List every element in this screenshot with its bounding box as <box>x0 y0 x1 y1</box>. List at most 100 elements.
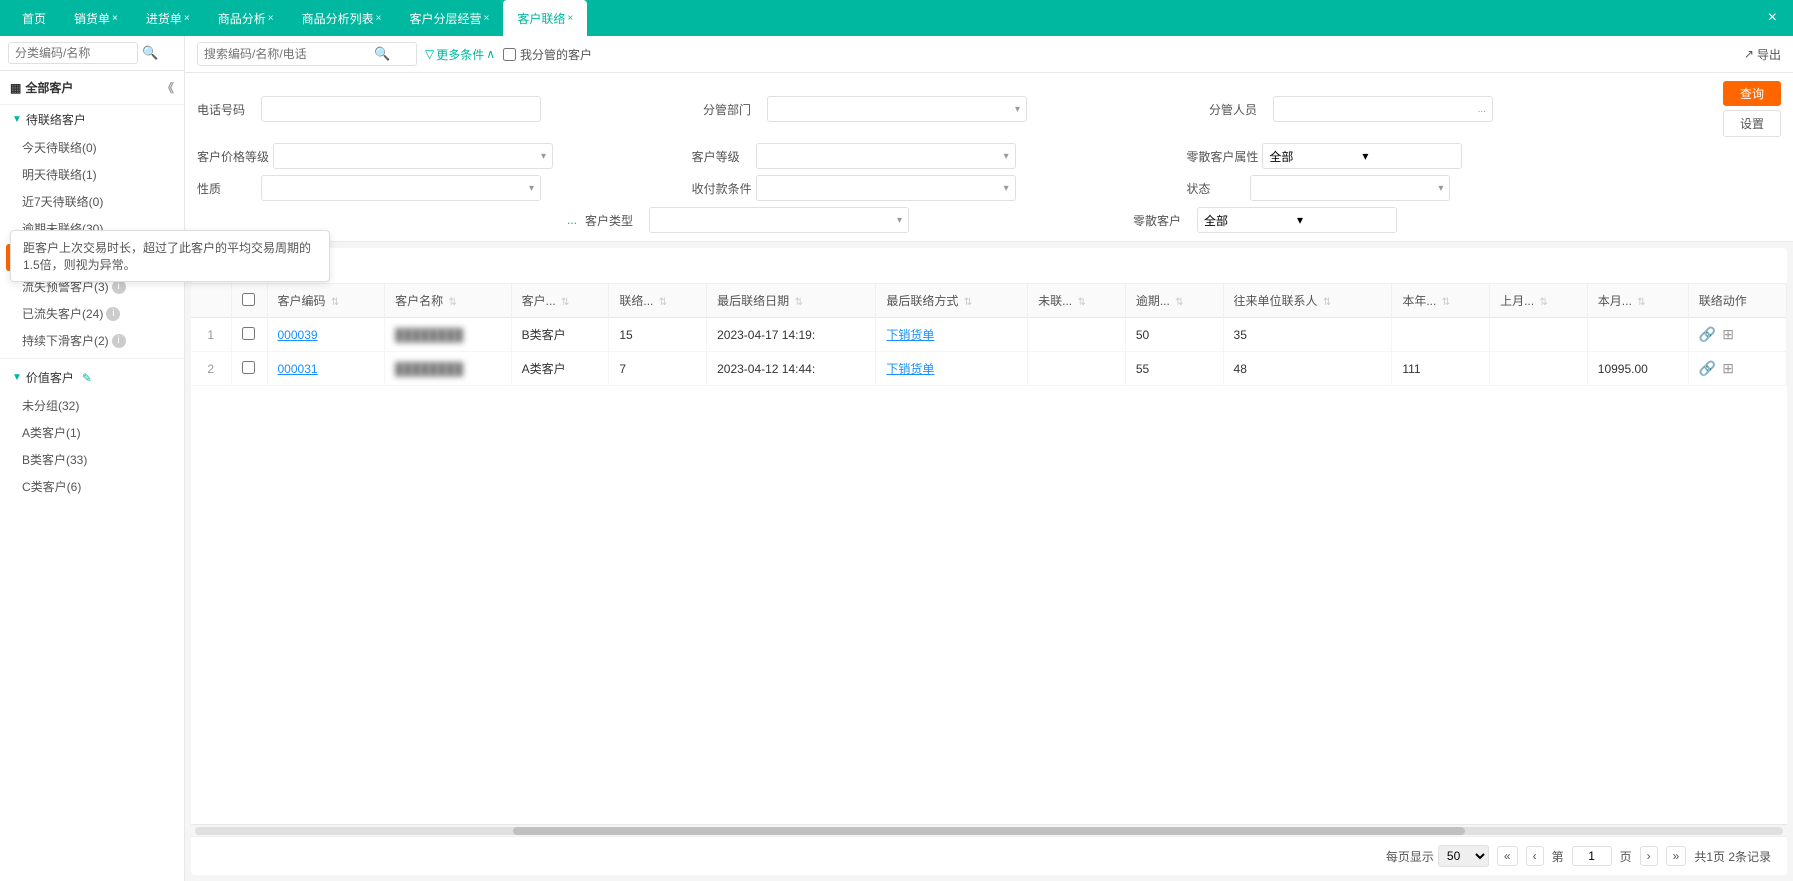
settings-btn[interactable]: 设置 <box>1723 110 1781 137</box>
customer-type-select[interactable]: ▾ <box>649 207 909 233</box>
th-last-contact-date[interactable]: 最后联络日期 ⇅ <box>707 284 876 318</box>
price-grade-select[interactable]: ▾ <box>273 143 553 169</box>
select-all-checkbox[interactable] <box>242 293 255 306</box>
row-last-date-1: 2023-04-17 14:19: <box>707 318 876 352</box>
th-customer-type[interactable]: 客户... ⇅ <box>511 284 609 318</box>
nature-select[interactable]: ▾ <box>261 175 541 201</box>
sidebar-item-tomorrow-pending[interactable]: 明天待联络(1) <box>0 161 184 188</box>
info-icon-churned[interactable]: i <box>106 307 120 321</box>
sidebar: 🔍 ▦ 全部客户 《 ▼ 待联络客户 今天待联络(0) 明天待联络(1) 近7天… <box>0 36 185 881</box>
last-method-link-1[interactable]: 下销货单 <box>886 328 934 342</box>
horizontal-scrollbar[interactable] <box>191 824 1787 836</box>
export-btn[interactable]: ↗ 导出 <box>1744 46 1781 63</box>
nav-customer-contact-close[interactable]: × <box>567 13 573 24</box>
nav-product-analysis-list[interactable]: 商品分析列表 × <box>288 0 396 36</box>
per-page-select[interactable]: 10 20 50 100 <box>1438 845 1489 867</box>
th-last-month[interactable]: 上月... ⇅ <box>1490 284 1588 318</box>
window-close-btn[interactable]: × <box>1760 9 1785 27</box>
customer-type-label: 客户类型 <box>585 212 645 229</box>
last-method-link-2[interactable]: 下销货单 <box>886 362 934 376</box>
row-last-date-2: 2023-04-12 14:44: <box>707 352 876 386</box>
nav-customer-contact[interactable]: 客户联络 × <box>503 0 587 36</box>
last-page-btn[interactable]: » <box>1666 846 1687 866</box>
action-link-icon-2[interactable]: 🔗 <box>1699 360 1716 377</box>
sidebar-item-class-a[interactable]: A类客户(1) <box>0 419 184 446</box>
status-select[interactable]: ▾ <box>1250 175 1450 201</box>
sidebar-collapse-btn[interactable]: 《 <box>162 79 174 96</box>
row-select-checkbox-1[interactable] <box>242 327 255 340</box>
action-grid-icon-2[interactable]: ⊞ <box>1722 360 1734 377</box>
row-pending-1 <box>1028 318 1126 352</box>
customer-grade-select[interactable]: ▾ <box>756 143 1016 169</box>
chevron-down-icon-6: ▾ <box>529 183 534 194</box>
table-row: 2 000031 ████████ A类客户 7 <box>191 352 1787 386</box>
row-last-method-2: 下销货单 <box>876 352 1028 386</box>
row-action-1: 🔗 ⊞ <box>1688 318 1786 352</box>
sidebar-search-input[interactable] <box>8 42 138 64</box>
sidebar-item-class-b[interactable]: B类客户(33) <box>0 446 184 473</box>
th-overdue[interactable]: 逾期... ⇅ <box>1125 284 1223 318</box>
nav-sales-order[interactable]: 销货单 × <box>60 0 132 36</box>
value-customer-group-title[interactable]: ▼ 价值客户 ✎ <box>0 363 184 392</box>
nav-customer-segmentation-close[interactable]: × <box>483 13 489 24</box>
page-input[interactable] <box>1572 846 1612 866</box>
page-label: 第 <box>1552 848 1564 865</box>
th-customer-code[interactable]: 客户编码 ⇅ <box>267 284 385 318</box>
scrollbar-track <box>195 827 1783 835</box>
search-icon[interactable]: 🔍 <box>374 46 390 62</box>
dept-select[interactable]: ▾ <box>767 96 1027 122</box>
payment-select[interactable]: ▾ <box>756 175 1016 201</box>
nav-purchase-order-close[interactable]: × <box>184 13 190 24</box>
row-code-2: 000031 <box>267 352 385 386</box>
th-this-year[interactable]: 本年... ⇅ <box>1392 284 1490 318</box>
th-contact[interactable]: 联络... ⇅ <box>609 284 707 318</box>
nav-product-analysis-close[interactable]: × <box>268 13 274 24</box>
sidebar-item-churned[interactable]: 已流失客户(24) i <box>0 300 184 327</box>
sidebar-search-icon[interactable]: 🔍 <box>142 45 158 61</box>
th-last-contact-method[interactable]: 最后联络方式 ⇅ <box>876 284 1028 318</box>
th-customer-name[interactable]: 客户名称 ⇅ <box>385 284 512 318</box>
scrollbar-thumb[interactable] <box>513 827 1466 835</box>
pending-contact-group: ▼ 待联络客户 今天待联络(0) 明天待联络(1) 近7天待联络(0) 逾期未联… <box>0 105 184 242</box>
sidebar-item-class-c[interactable]: C类客户(6) <box>0 473 184 500</box>
more-fields-btn[interactable]: ... <box>567 213 577 227</box>
sidebar-item-week-pending[interactable]: 近7天待联络(0) <box>0 188 184 215</box>
pending-contact-group-title[interactable]: ▼ 待联络客户 <box>0 105 184 134</box>
nav-product-analysis[interactable]: 商品分析 × <box>204 0 288 36</box>
action-grid-icon-1[interactable]: ⊞ <box>1722 326 1734 343</box>
my-customers-checkbox[interactable] <box>503 48 516 61</box>
search-input[interactable] <box>204 47 374 61</box>
value-customer-edit-icon[interactable]: ✎ <box>82 371 92 385</box>
nav-home[interactable]: 首页 <box>8 0 60 36</box>
th-unit-contact[interactable]: 往来单位联系人 ⇅ <box>1223 284 1392 318</box>
row-checkbox-2 <box>231 352 267 386</box>
sort-icon-lastmonth: ⇅ <box>1539 297 1547 308</box>
person-select[interactable]: ... <box>1273 96 1493 122</box>
query-btn[interactable]: 查询 <box>1723 81 1781 106</box>
nav-customer-segmentation[interactable]: 客户分层经营 × <box>395 0 503 36</box>
nav-sales-order-close[interactable]: × <box>112 13 118 24</box>
chevron-up-icon: ∧ <box>486 47 495 61</box>
nav-purchase-order[interactable]: 进货单 × <box>132 0 204 36</box>
action-link-icon-1[interactable]: 🔗 <box>1699 326 1716 343</box>
scatter-customer-select[interactable]: 全部 ▾ <box>1197 207 1397 233</box>
info-icon-declining[interactable]: i <box>112 334 126 348</box>
prev-page-btn[interactable]: ‹ <box>1526 846 1544 866</box>
customer-code-link-2[interactable]: 000031 <box>278 362 318 376</box>
nav-product-analysis-list-close[interactable]: × <box>376 13 382 24</box>
row-select-checkbox-2[interactable] <box>242 361 255 374</box>
customer-code-link-1[interactable]: 000039 <box>278 328 318 342</box>
th-this-month[interactable]: 本月... ⇅ <box>1587 284 1688 318</box>
table-wrapper[interactable]: 客户编码 ⇅ 客户名称 ⇅ 客户... ⇅ <box>191 284 1787 824</box>
th-pending[interactable]: 未联... ⇅ <box>1028 284 1126 318</box>
next-page-btn[interactable]: › <box>1640 846 1658 866</box>
more-conditions-btn[interactable]: ▽ 更多条件 ∧ <box>425 46 495 63</box>
tooltip-box: 距客户上次交易时长，超过了此客户的平均交易周期的1.5倍，则视为异常。 <box>10 230 185 282</box>
filter-status: 状态 ▾ <box>1186 175 1673 201</box>
sidebar-item-ungrouped[interactable]: 未分组(32) <box>0 392 184 419</box>
first-page-btn[interactable]: « <box>1497 846 1518 866</box>
sidebar-item-today-pending[interactable]: 今天待联络(0) <box>0 134 184 161</box>
sidebar-item-declining[interactable]: 持续下滑客户(2) i <box>0 327 184 354</box>
scatter-attr-select[interactable]: 全部 ▾ <box>1262 143 1462 169</box>
phone-input[interactable] <box>261 96 541 122</box>
